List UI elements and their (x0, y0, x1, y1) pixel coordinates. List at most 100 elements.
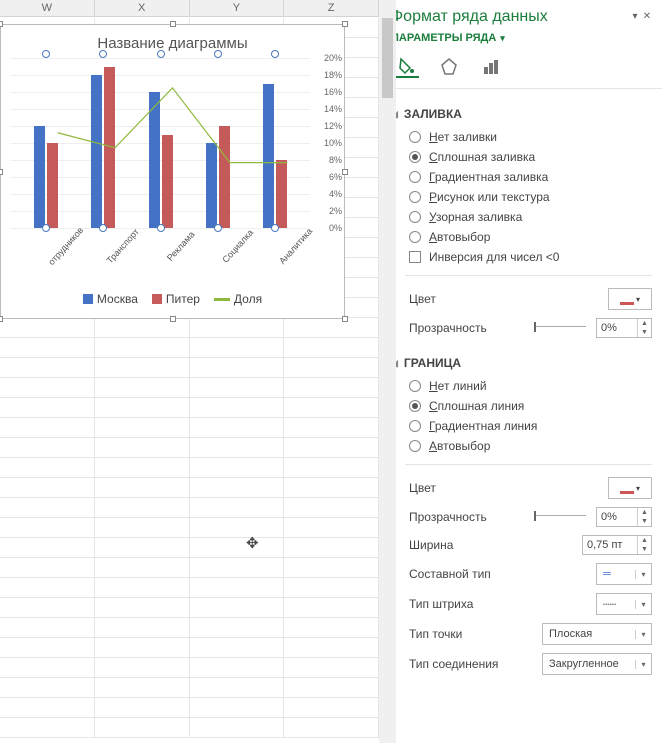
join-type-combo[interactable]: Закругленное▾ (542, 653, 652, 675)
fill-option[interactable]: Автовыбор (391, 227, 662, 247)
transparency-input[interactable]: 0%▲▼ (596, 507, 652, 527)
border-option[interactable]: Сплошная линия (391, 396, 662, 416)
col-header[interactable]: X (95, 0, 190, 16)
series-options-dropdown[interactable]: Параметры ряда (381, 30, 662, 52)
legend-swatch (214, 298, 230, 301)
bar-series-2[interactable] (162, 135, 173, 229)
invert-negative-checkbox[interactable]: Инверсия для чисел <0 (391, 247, 662, 267)
transparency-input[interactable]: 0%▲▼ (596, 318, 652, 338)
dash-type-combo[interactable]: ┄┄▾ (596, 593, 652, 615)
resize-handle[interactable] (170, 21, 176, 27)
fill-color-label: Цвет (409, 292, 598, 306)
radio-icon (409, 171, 421, 183)
spinner-down-icon[interactable]: ▼ (637, 328, 651, 337)
legend-label: Москва (97, 292, 138, 306)
bar-series-1[interactable] (206, 143, 217, 228)
border-color-label: Цвет (409, 481, 598, 495)
transparency-slider[interactable] (536, 326, 586, 330)
border-color-picker[interactable]: ▾ (608, 477, 652, 499)
fill-option[interactable]: Сплошная заливка (391, 147, 662, 167)
tab-fill-line[interactable] (395, 56, 419, 78)
section-fill-header[interactable]: ◢Заливка (391, 101, 662, 127)
spinner-up-icon[interactable]: ▲ (637, 508, 651, 517)
bar-series-1[interactable] (149, 92, 160, 228)
transparency-slider[interactable] (536, 515, 586, 519)
pane-options-icon[interactable]: ▾ (630, 12, 640, 22)
radio-icon (409, 131, 421, 143)
radio-icon (409, 440, 421, 452)
radio-icon (409, 400, 421, 412)
dash-type-label: Тип штриха (409, 597, 586, 611)
paint-bucket-icon (620, 482, 634, 494)
spreadsheet-area: W X Y Z (0, 0, 380, 743)
border-transparency-label: Прозрачность (409, 510, 526, 524)
tab-series-options[interactable] (479, 56, 503, 78)
chart-title[interactable]: Название диаграммы (1, 25, 344, 58)
cell-cursor-icon: ✥ (246, 534, 259, 552)
width-input[interactable]: 0,75 пт▲▼ (582, 535, 652, 555)
cap-type-combo[interactable]: Плоская▾ (542, 623, 652, 645)
radio-icon (409, 420, 421, 432)
resize-handle[interactable] (342, 316, 348, 322)
format-pane: Формат ряда данных ▾ ✕ Параметры ряда ◢З… (380, 0, 662, 743)
resize-handle[interactable] (0, 316, 3, 322)
vertical-scrollbar[interactable] (379, 0, 396, 743)
legend-swatch (83, 294, 93, 304)
spinner-up-icon[interactable]: ▲ (637, 319, 651, 328)
tab-effects[interactable] (437, 56, 461, 78)
bar-series-1[interactable] (34, 126, 45, 228)
fill-option[interactable]: Градиентная заливка (391, 167, 662, 187)
resize-handle[interactable] (170, 316, 176, 322)
line-style-icon: ═ (597, 568, 635, 580)
spinner-down-icon[interactable]: ▼ (637, 517, 651, 526)
resize-handle[interactable] (0, 169, 3, 175)
plot-area[interactable]: 0%2%4%6%8%10%12%14%16%18%20% (11, 58, 310, 228)
cap-type-label: Тип точки (409, 627, 532, 641)
radio-icon (409, 151, 421, 163)
compound-type-label: Составной тип (409, 567, 586, 581)
close-icon[interactable]: ✕ (642, 12, 652, 22)
fill-transparency-label: Прозрачность (409, 321, 526, 335)
col-header[interactable]: Z (284, 0, 379, 16)
checkbox-icon (409, 251, 421, 263)
legend-label: Питер (166, 292, 200, 306)
fill-option[interactable]: Нет заливки (391, 127, 662, 147)
scrollbar-thumb[interactable] (382, 18, 393, 98)
radio-icon (409, 380, 421, 392)
col-header[interactable]: Y (190, 0, 285, 16)
section-border-header[interactable]: ◢Граница (391, 350, 662, 376)
col-header[interactable]: W (0, 0, 95, 16)
bar-series-2[interactable] (104, 67, 115, 229)
radio-icon (409, 231, 421, 243)
pane-body: ◢Заливка Нет заливкиСплошная заливкаГрад… (381, 89, 662, 743)
fill-color-picker[interactable]: ▾ (608, 288, 652, 310)
radio-icon (409, 211, 421, 223)
legend-swatch (152, 294, 162, 304)
resize-handle[interactable] (342, 21, 348, 27)
border-option[interactable]: Градиентная линия (391, 416, 662, 436)
dash-style-icon: ┄┄ (597, 598, 635, 611)
y-axis: 0%2%4%6%8%10%12%14%16%18%20% (312, 58, 342, 228)
resize-handle[interactable] (342, 169, 348, 175)
border-option[interactable]: Автовыбор (391, 436, 662, 456)
border-option[interactable]: Нет линий (391, 376, 662, 396)
embedded-chart[interactable]: Название диаграммы 0%2%4%6%8%10%12%14%16… (0, 24, 345, 319)
pane-title: Формат ряда данных (391, 8, 548, 26)
fill-option[interactable]: Рисунок или текстура (391, 187, 662, 207)
bar-series-1[interactable] (91, 75, 102, 228)
fill-option[interactable]: Узорная заливка (391, 207, 662, 227)
join-type-label: Тип соединения (409, 657, 532, 671)
x-axis: отрудниковТранспортРекламаСоциалкаАналит… (11, 228, 310, 278)
paint-bucket-icon (620, 293, 634, 305)
legend-label: Доля (234, 292, 262, 306)
compound-type-combo[interactable]: ═▾ (596, 563, 652, 585)
radio-icon (409, 191, 421, 203)
border-width-label: Ширина (409, 538, 572, 552)
bar-series-2[interactable] (219, 126, 230, 228)
column-headers: W X Y Z (0, 0, 379, 17)
bar-series-1[interactable] (263, 84, 274, 229)
resize-handle[interactable] (0, 21, 3, 27)
spinner-down-icon[interactable]: ▼ (637, 545, 651, 554)
spinner-up-icon[interactable]: ▲ (637, 536, 651, 545)
pane-tabs (381, 52, 662, 89)
